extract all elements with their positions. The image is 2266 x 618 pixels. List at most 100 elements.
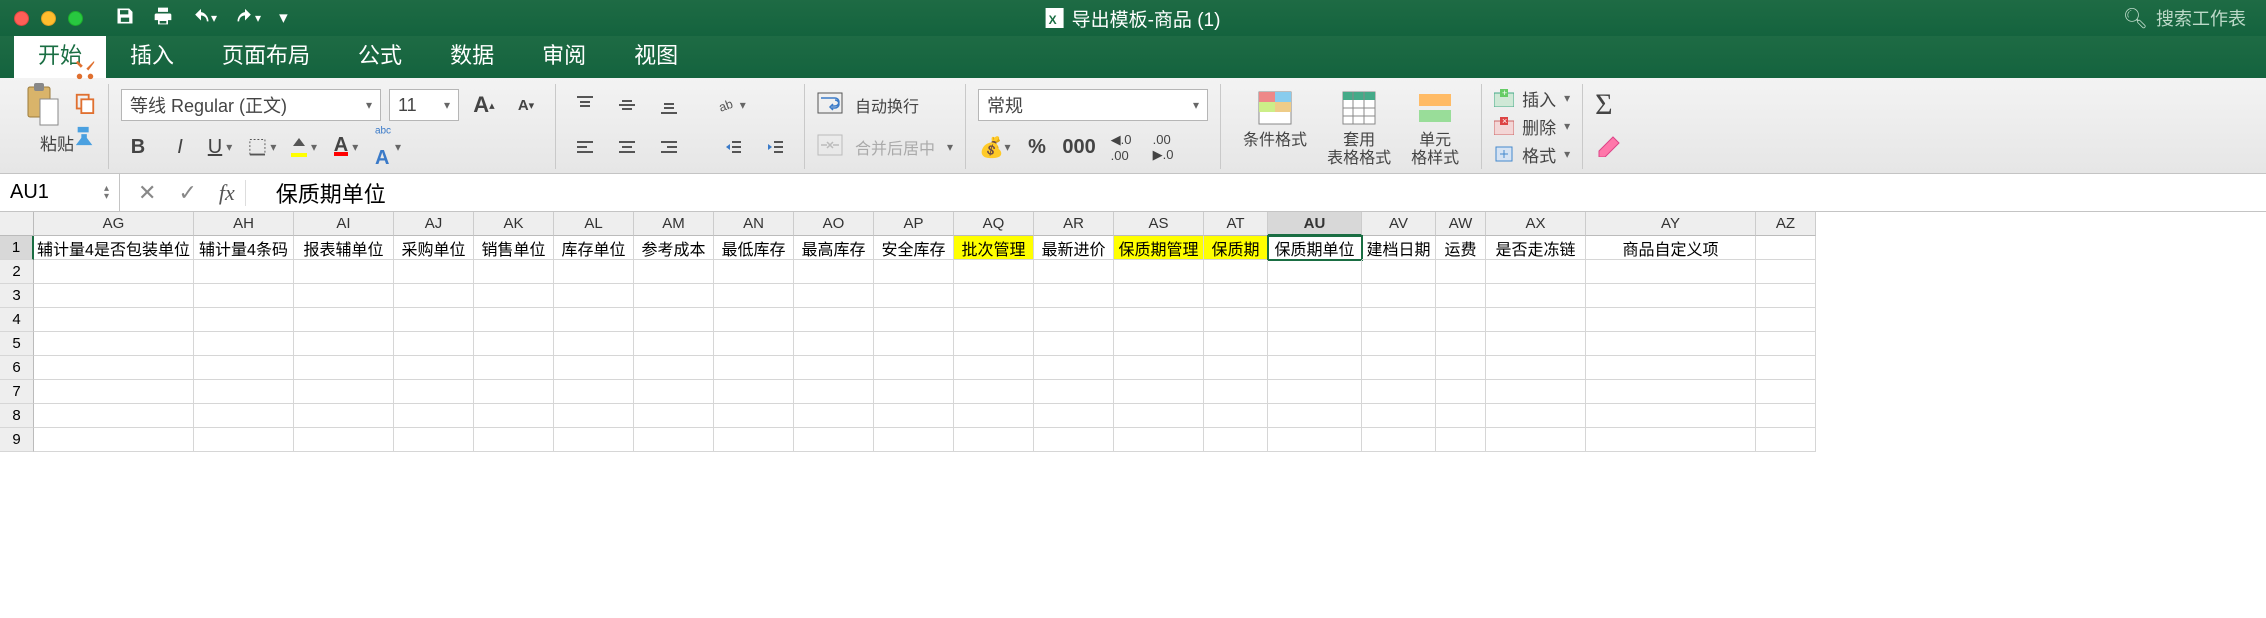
cell-AV9[interactable]: [1362, 428, 1436, 452]
cell-AZ7[interactable]: [1756, 380, 1816, 404]
percent-button[interactable]: %: [1020, 131, 1054, 163]
cell-AW5[interactable]: [1436, 332, 1486, 356]
cell-AK2[interactable]: [474, 260, 554, 284]
spreadsheet-grid[interactable]: AGAHAIAJAKALAMANAOAPAQARASATAUAVAWAXAYAZ…: [0, 212, 2266, 452]
cell-AR2[interactable]: [1034, 260, 1114, 284]
column-header-AX[interactable]: AX: [1486, 212, 1586, 236]
delete-cells-button[interactable]: ×删除▾: [1494, 112, 1570, 140]
cell-AX5[interactable]: [1486, 332, 1586, 356]
enter-icon[interactable]: ✓: [178, 180, 196, 206]
column-header-AJ[interactable]: AJ: [394, 212, 474, 236]
cell-AN9[interactable]: [714, 428, 794, 452]
tab-审阅[interactable]: 审阅: [518, 32, 610, 78]
cell-AI1[interactable]: 报表辅单位: [294, 236, 394, 260]
cell-AH9[interactable]: [194, 428, 294, 452]
align-center-button[interactable]: [610, 131, 644, 163]
cell-AZ3[interactable]: [1756, 284, 1816, 308]
column-header-AG[interactable]: AG: [34, 212, 194, 236]
cell-AH8[interactable]: [194, 404, 294, 428]
cell-AT2[interactable]: [1204, 260, 1268, 284]
cell-AT6[interactable]: [1204, 356, 1268, 380]
column-header-AW[interactable]: AW: [1436, 212, 1486, 236]
cell-AM8[interactable]: [634, 404, 714, 428]
cell-AS4[interactable]: [1114, 308, 1204, 332]
cell-AH2[interactable]: [194, 260, 294, 284]
cell-AW3[interactable]: [1436, 284, 1486, 308]
cell-AK8[interactable]: [474, 404, 554, 428]
cell-AS9[interactable]: [1114, 428, 1204, 452]
column-header-AS[interactable]: AS: [1114, 212, 1204, 236]
cell-AI2[interactable]: [294, 260, 394, 284]
cell-AJ9[interactable]: [394, 428, 474, 452]
cell-AV5[interactable]: [1362, 332, 1436, 356]
cell-AV7[interactable]: [1362, 380, 1436, 404]
format-as-table-button[interactable]: 套用 表格格式: [1317, 84, 1401, 168]
font-color-button[interactable]: A▾: [331, 131, 365, 163]
cell-AN6[interactable]: [714, 356, 794, 380]
cell-AO6[interactable]: [794, 356, 874, 380]
cell-AW4[interactable]: [1436, 308, 1486, 332]
cell-AP5[interactable]: [874, 332, 954, 356]
align-right-button[interactable]: [652, 131, 686, 163]
cell-AH4[interactable]: [194, 308, 294, 332]
row-header-4[interactable]: 4: [0, 308, 34, 332]
cell-AN7[interactable]: [714, 380, 794, 404]
row-header-2[interactable]: 2: [0, 260, 34, 284]
cell-AH5[interactable]: [194, 332, 294, 356]
cell-AM5[interactable]: [634, 332, 714, 356]
italic-button[interactable]: I: [163, 131, 197, 163]
cell-AY3[interactable]: [1586, 284, 1756, 308]
column-header-AY[interactable]: AY: [1586, 212, 1756, 236]
column-header-AH[interactable]: AH: [194, 212, 294, 236]
cell-AI4[interactable]: [294, 308, 394, 332]
cell-AX7[interactable]: [1486, 380, 1586, 404]
sheet-search[interactable]: 🔍︎ 搜索工作表: [2123, 5, 2266, 31]
cell-AU2[interactable]: [1268, 260, 1362, 284]
decrease-indent-button[interactable]: [716, 131, 750, 163]
redo-icon[interactable]: ▾: [235, 8, 261, 28]
decrease-decimal-button[interactable]: .00▶.0: [1146, 131, 1180, 163]
cell-AV8[interactable]: [1362, 404, 1436, 428]
column-header-AP[interactable]: AP: [874, 212, 954, 236]
cell-AK9[interactable]: [474, 428, 554, 452]
copy-icon[interactable]: [74, 92, 96, 119]
cell-AQ9[interactable]: [954, 428, 1034, 452]
cell-AU9[interactable]: [1268, 428, 1362, 452]
cell-AY7[interactable]: [1586, 380, 1756, 404]
cell-AO7[interactable]: [794, 380, 874, 404]
cell-AK6[interactable]: [474, 356, 554, 380]
cell-AZ4[interactable]: [1756, 308, 1816, 332]
cell-AR1[interactable]: 最新进价: [1034, 236, 1114, 260]
underline-button[interactable]: U▾: [205, 131, 239, 163]
cell-AL6[interactable]: [554, 356, 634, 380]
cell-AY2[interactable]: [1586, 260, 1756, 284]
cell-AR7[interactable]: [1034, 380, 1114, 404]
row-header-1[interactable]: 1: [0, 236, 34, 260]
tab-视图[interactable]: 视图: [610, 32, 702, 78]
cell-AM6[interactable]: [634, 356, 714, 380]
print-icon[interactable]: [153, 6, 173, 31]
borders-button[interactable]: ▾: [247, 131, 281, 163]
fx-icon[interactable]: fx: [219, 180, 246, 206]
cell-AO4[interactable]: [794, 308, 874, 332]
cell-AI7[interactable]: [294, 380, 394, 404]
cell-AL9[interactable]: [554, 428, 634, 452]
cell-AJ5[interactable]: [394, 332, 474, 356]
number-format-combo[interactable]: 常规▾: [978, 89, 1208, 121]
cell-AU1[interactable]: 保质期单位: [1268, 236, 1362, 260]
tab-公式[interactable]: 公式: [334, 32, 426, 78]
column-header-AQ[interactable]: AQ: [954, 212, 1034, 236]
cell-AX6[interactable]: [1486, 356, 1586, 380]
cell-AK1[interactable]: 销售单位: [474, 236, 554, 260]
cell-AM9[interactable]: [634, 428, 714, 452]
cell-AM2[interactable]: [634, 260, 714, 284]
cell-AT5[interactable]: [1204, 332, 1268, 356]
cell-AH3[interactable]: [194, 284, 294, 308]
clear-button[interactable]: [1595, 133, 1623, 162]
tab-插入[interactable]: 插入: [106, 32, 198, 78]
cell-AU8[interactable]: [1268, 404, 1362, 428]
align-left-button[interactable]: [568, 131, 602, 163]
column-header-AT[interactable]: AT: [1204, 212, 1268, 236]
cell-AZ6[interactable]: [1756, 356, 1816, 380]
zoom-window-button[interactable]: [68, 11, 83, 26]
